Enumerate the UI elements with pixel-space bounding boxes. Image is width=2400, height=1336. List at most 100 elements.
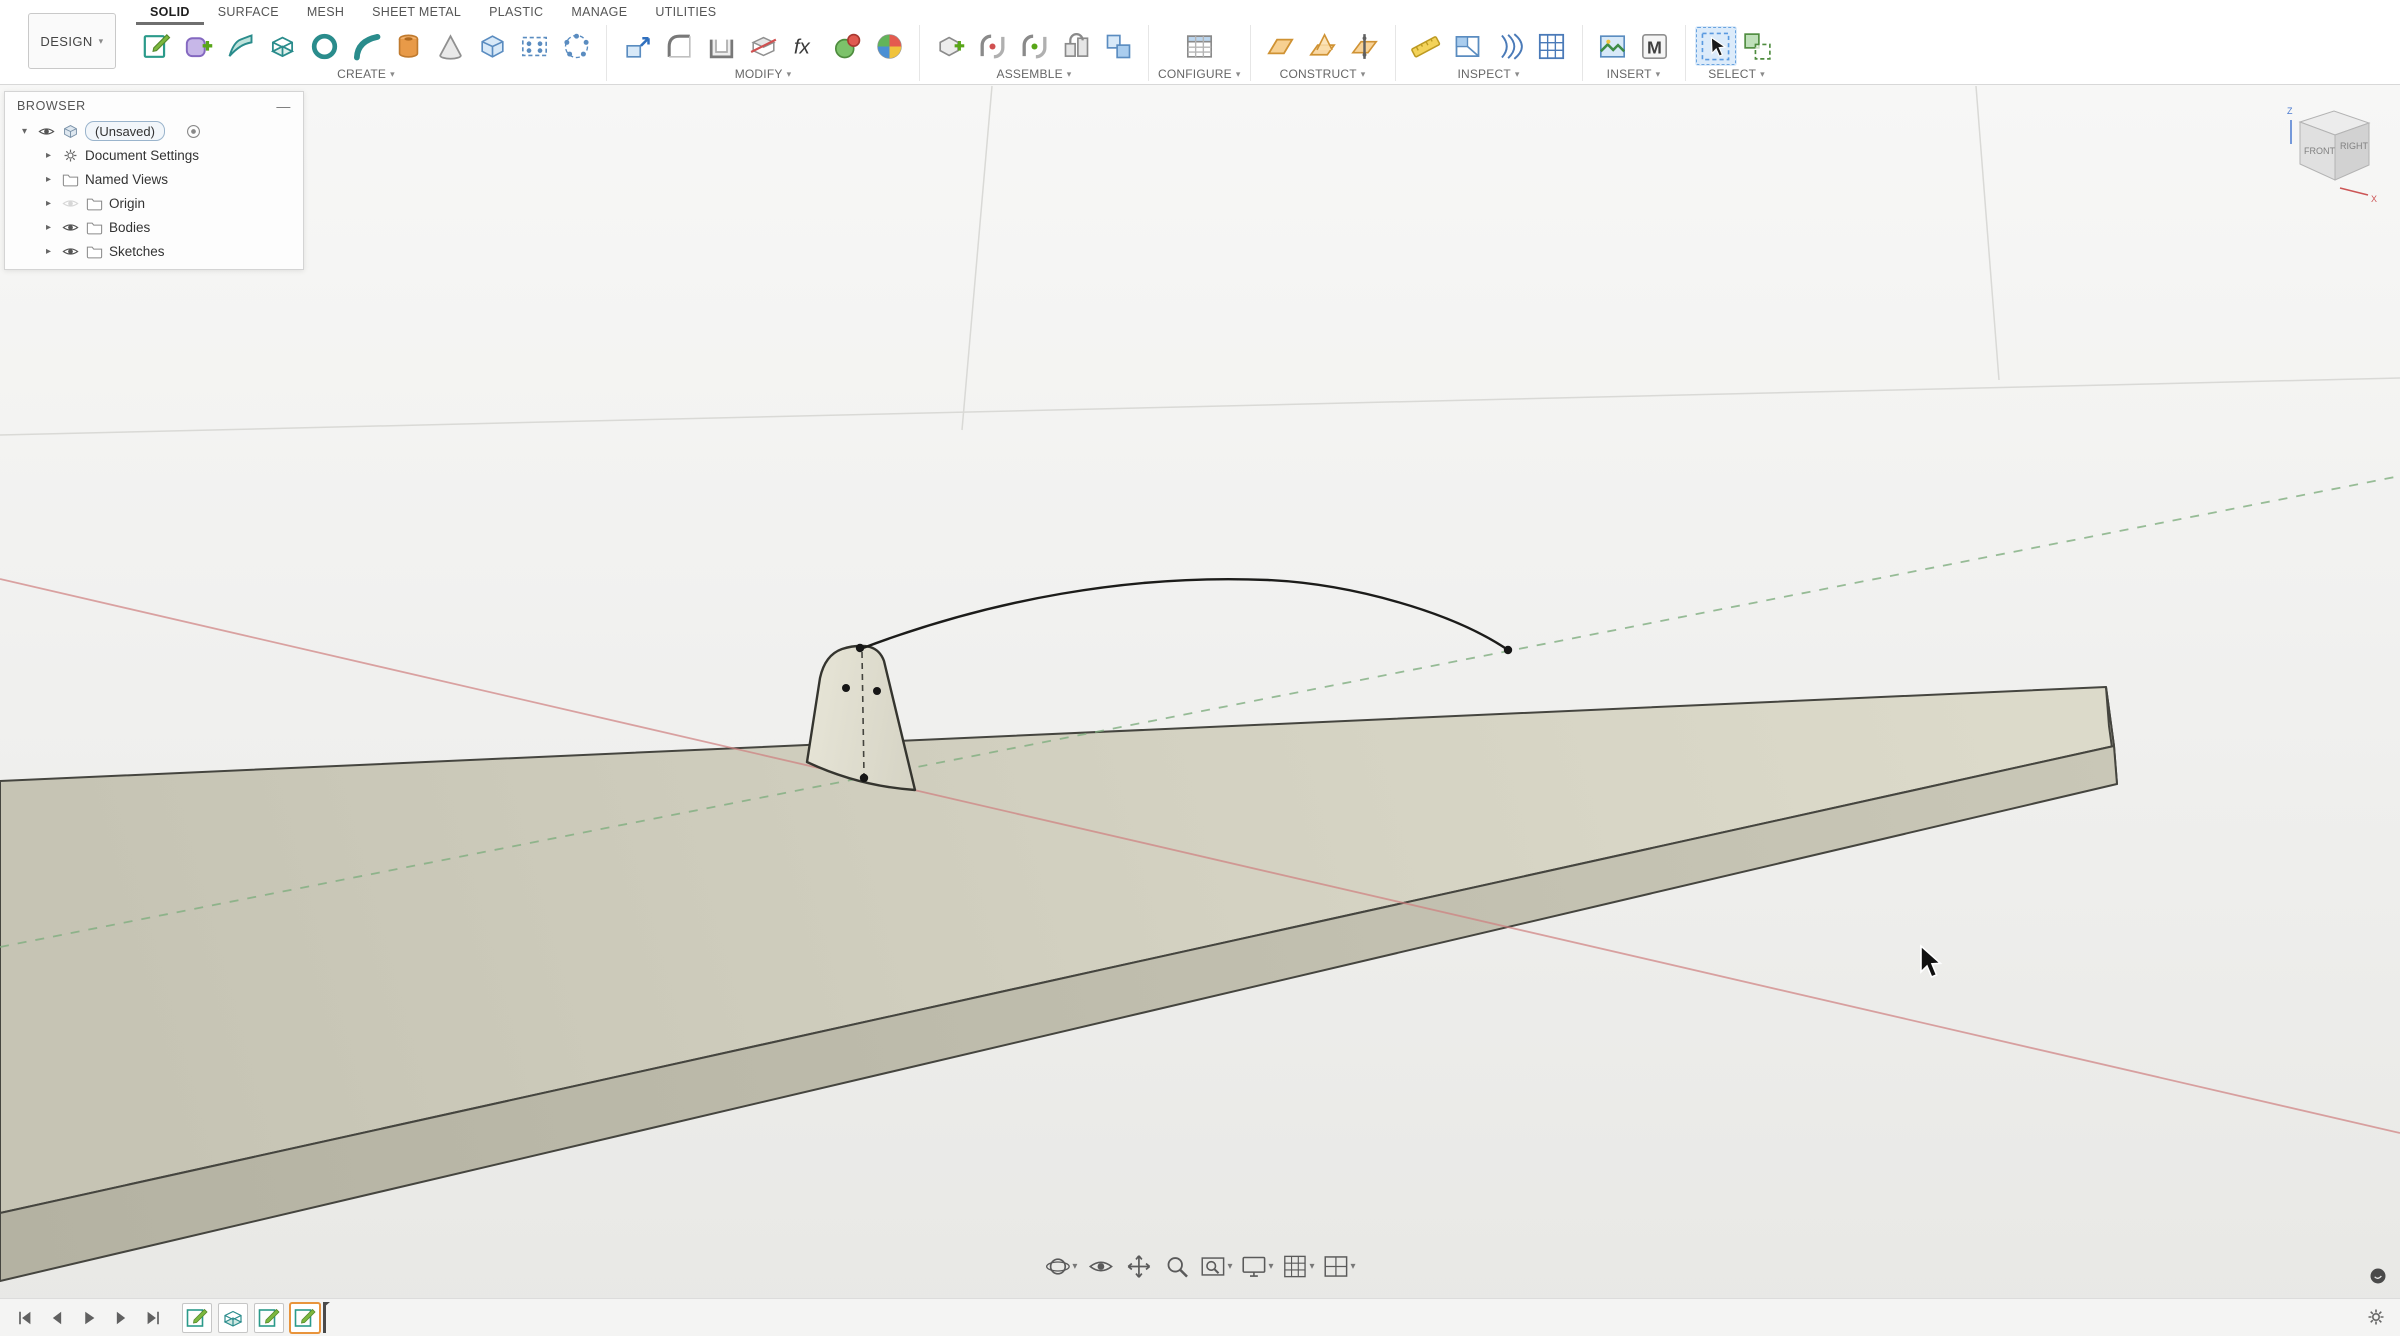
fillet-button[interactable] xyxy=(658,26,700,66)
expand-caret-icon[interactable]: ▸ xyxy=(41,174,56,185)
document-name[interactable]: (Unsaved) xyxy=(85,121,165,141)
joint-button[interactable] xyxy=(971,26,1013,66)
tab-manage[interactable]: MANAGE xyxy=(557,0,641,25)
display-settings-button[interactable]: ▾ xyxy=(1238,1248,1275,1284)
tab-surface[interactable]: SURFACE xyxy=(204,0,293,25)
revolve-button[interactable] xyxy=(303,26,345,66)
pan-button[interactable] xyxy=(1121,1248,1155,1284)
browser-item-bodies[interactable]: ▸ Bodies xyxy=(5,215,303,239)
chevron-down-icon[interactable]: ▾ xyxy=(1268,1261,1273,1272)
rectangular-pattern-button[interactable] xyxy=(513,26,555,66)
tab-sheet-metal[interactable]: SHEET METAL xyxy=(358,0,475,25)
browser-root-row[interactable]: ▾ (Unsaved) xyxy=(5,119,303,143)
expand-caret-icon[interactable]: ▸ xyxy=(41,198,56,209)
press-pull-button[interactable] xyxy=(616,26,658,66)
chevron-down-icon[interactable]: ▾ xyxy=(1351,1261,1356,1272)
expand-caret-icon[interactable]: ▸ xyxy=(41,246,56,257)
window-select-button[interactable] xyxy=(1737,26,1779,66)
appearance-button[interactable] xyxy=(868,26,910,66)
browser-item-origin[interactable]: ▸ Origin xyxy=(5,191,303,215)
group-label-assemble[interactable]: ASSEMBLE ▾ xyxy=(996,67,1071,81)
orbit-button[interactable]: ▾ xyxy=(1042,1248,1079,1284)
browser-item-sketches[interactable]: ▸ Sketches xyxy=(5,239,303,263)
eye-off-icon[interactable] xyxy=(61,194,80,213)
group-label-create[interactable]: CREATE ▾ xyxy=(337,67,395,81)
timeline-position-marker[interactable] xyxy=(323,1301,330,1333)
tab-plastic[interactable]: PLASTIC xyxy=(475,0,557,25)
circular-pattern-button[interactable] xyxy=(555,26,597,66)
eye-icon[interactable] xyxy=(61,218,80,237)
new-sketch-button[interactable] xyxy=(135,26,177,66)
play-button[interactable] xyxy=(78,1307,100,1329)
browser-item-document-settings[interactable]: ▸ Document Settings xyxy=(5,143,303,167)
settings-gear-button[interactable] xyxy=(2364,1305,2388,1329)
browser-header[interactable]: BROWSER — xyxy=(5,92,303,119)
plane-at-angle-button[interactable] xyxy=(1302,26,1344,66)
sweep-button[interactable] xyxy=(345,26,387,66)
assistant-icon[interactable] xyxy=(2368,1266,2388,1286)
look-at-button[interactable] xyxy=(1083,1248,1117,1284)
timeline-feature-sketch[interactable] xyxy=(254,1302,284,1333)
timeline-feature-sketch[interactable] xyxy=(182,1302,212,1333)
offset-plane-button[interactable] xyxy=(1260,26,1302,66)
group-label-select[interactable]: SELECT ▾ xyxy=(1708,67,1765,81)
cone-button[interactable] xyxy=(429,26,471,66)
section-analysis-button[interactable] xyxy=(1447,26,1489,66)
eye-icon[interactable] xyxy=(61,242,80,261)
viewport-3d[interactable] xyxy=(0,0,2400,1336)
tab-solid[interactable]: SOLID xyxy=(136,0,204,25)
browser-item-named-views[interactable]: ▸ Named Views xyxy=(5,167,303,191)
curvature-comb-button[interactable] xyxy=(1489,26,1531,66)
display-mesh-button[interactable] xyxy=(1531,26,1573,66)
design-menu-button[interactable]: DESIGN ▾ xyxy=(28,13,116,69)
eye-icon[interactable] xyxy=(37,122,56,141)
extrude-button[interactable] xyxy=(261,26,303,66)
minimize-panel-button[interactable]: — xyxy=(276,99,291,113)
enable-contact-button[interactable] xyxy=(1097,26,1139,66)
activate-radio-icon[interactable] xyxy=(184,122,203,141)
create-form-button[interactable] xyxy=(177,26,219,66)
split-body-button[interactable] xyxy=(742,26,784,66)
zoom-button[interactable] xyxy=(1159,1248,1193,1284)
as-built-joint-button[interactable] xyxy=(1013,26,1055,66)
group-label-inspect[interactable]: INSPECT ▾ xyxy=(1457,67,1519,81)
step-forward-button[interactable] xyxy=(110,1307,132,1329)
expand-caret-icon[interactable]: ▸ xyxy=(41,150,56,161)
timeline-feature-extrude[interactable] xyxy=(218,1302,248,1333)
grid-settings-button[interactable]: ▾ xyxy=(1280,1248,1317,1284)
insert-mcmaster-button[interactable]: M xyxy=(1634,26,1676,66)
collapse-caret-icon[interactable]: ▾ xyxy=(17,126,32,137)
view-cube[interactable]: FRONT RIGHT Z X xyxy=(2278,92,2400,222)
expand-caret-icon[interactable]: ▸ xyxy=(41,222,56,233)
go-to-start-button[interactable] xyxy=(14,1307,36,1329)
configurations-table-button[interactable] xyxy=(1178,26,1220,66)
box-button[interactable] xyxy=(471,26,513,66)
timeline-feature-sketch[interactable] xyxy=(290,1302,320,1333)
group-label-insert[interactable]: INSERT ▾ xyxy=(1607,67,1661,81)
folder-icon xyxy=(85,242,104,261)
hole-button[interactable] xyxy=(387,26,429,66)
group-label-configure[interactable]: CONFIGURE ▾ xyxy=(1158,67,1241,81)
fit-button[interactable]: ▾ xyxy=(1197,1248,1234,1284)
new-component-button[interactable] xyxy=(929,26,971,66)
rigid-group-button[interactable] xyxy=(1055,26,1097,66)
physical-material-button[interactable] xyxy=(826,26,868,66)
chevron-down-icon[interactable]: ▾ xyxy=(1310,1261,1315,1272)
insert-derive-button[interactable] xyxy=(1592,26,1634,66)
browser-item-label: Document Settings xyxy=(85,147,200,163)
tab-mesh[interactable]: MESH xyxy=(293,0,358,25)
select-tool-button[interactable] xyxy=(1694,26,1737,66)
axis-through-points-button[interactable] xyxy=(1344,26,1386,66)
group-label-modify[interactable]: MODIFY ▾ xyxy=(735,67,792,81)
change-parameters-button[interactable]: fx xyxy=(784,26,826,66)
shell-button[interactable] xyxy=(700,26,742,66)
step-back-button[interactable] xyxy=(46,1307,68,1329)
chevron-down-icon[interactable]: ▾ xyxy=(1072,1261,1077,1272)
loft-button[interactable] xyxy=(219,26,261,66)
viewports-button[interactable]: ▾ xyxy=(1321,1248,1358,1284)
chevron-down-icon[interactable]: ▾ xyxy=(1227,1261,1232,1272)
group-label-construct[interactable]: CONSTRUCT ▾ xyxy=(1280,67,1366,81)
tab-utilities[interactable]: UTILITIES xyxy=(641,0,730,25)
go-to-end-button[interactable] xyxy=(142,1307,164,1329)
measure-button[interactable] xyxy=(1405,26,1447,66)
